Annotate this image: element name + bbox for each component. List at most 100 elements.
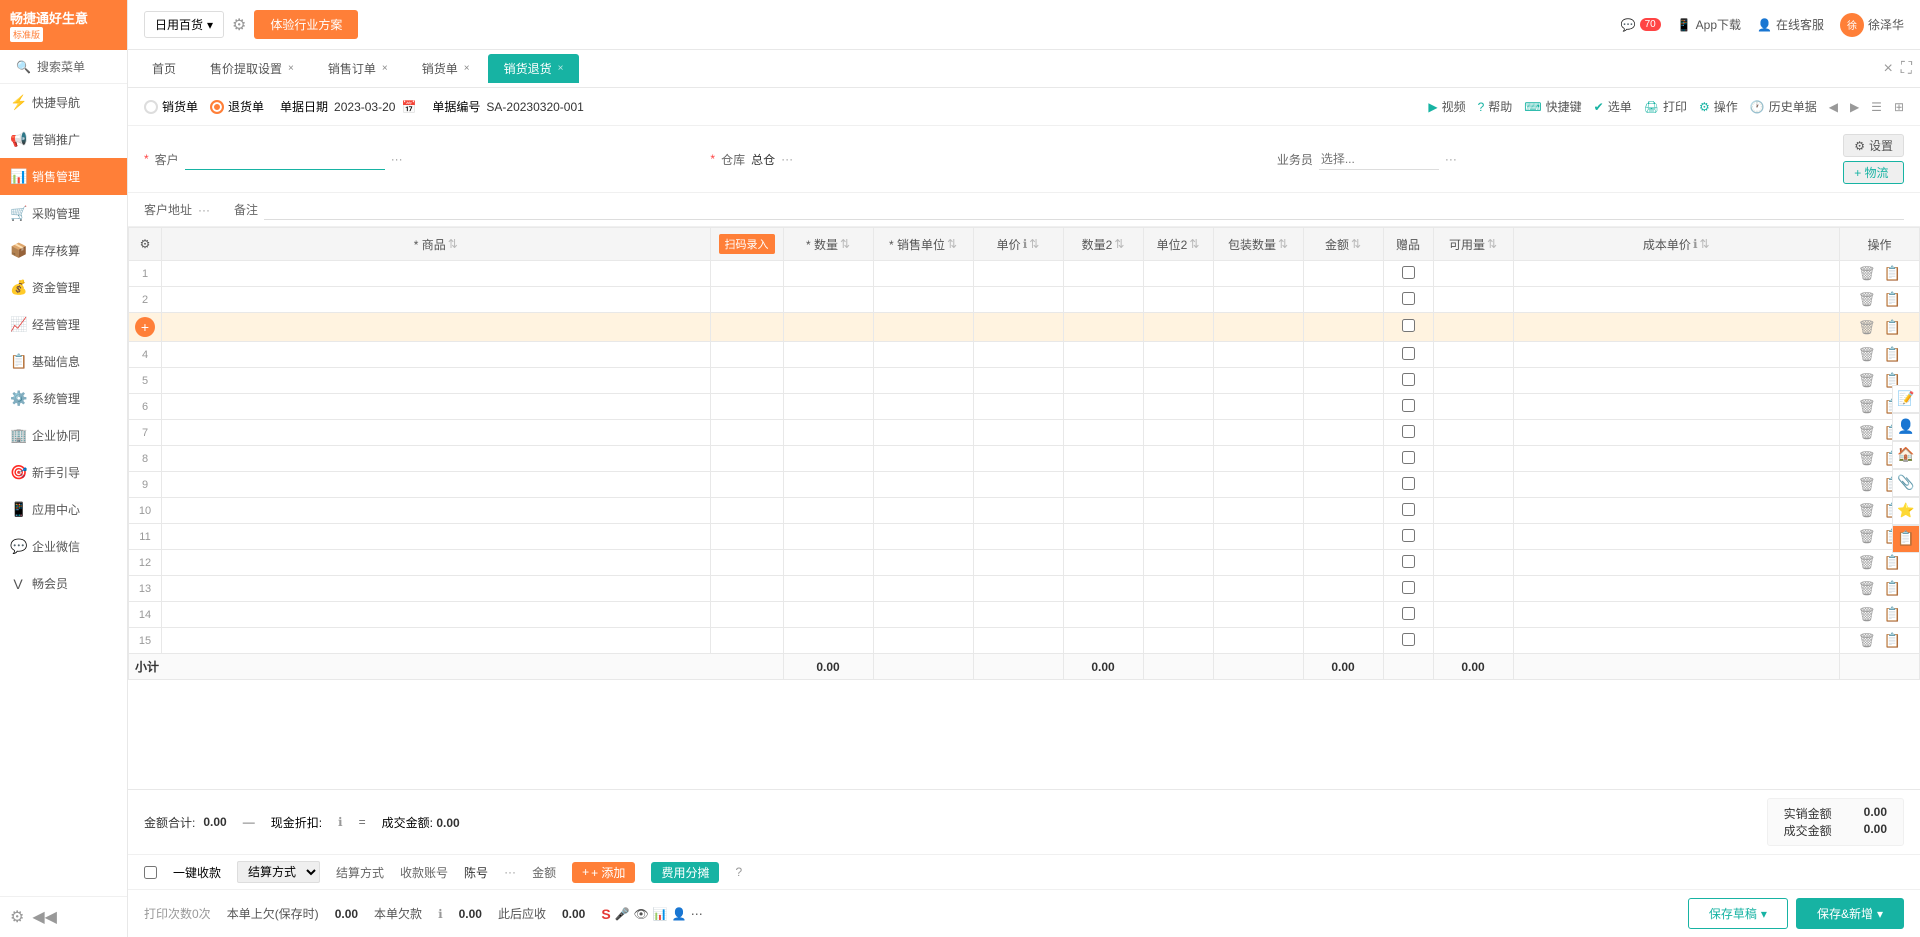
quantity2-cell[interactable]	[1063, 342, 1143, 368]
cost-unit-cell[interactable]	[1513, 368, 1840, 394]
quantity-cell[interactable]	[783, 446, 873, 472]
unit2-cell[interactable]	[1143, 628, 1213, 654]
save-draft-button[interactable]: 保存草稿 ▾	[1688, 898, 1788, 929]
unit-price-cell[interactable]	[973, 313, 1063, 342]
gift-checkbox[interactable]	[1402, 581, 1415, 594]
unit-price-cell[interactable]	[973, 261, 1063, 287]
copy-row-btn[interactable]: 📋	[1884, 291, 1901, 308]
unit2-cell[interactable]	[1143, 446, 1213, 472]
salesperson-input[interactable]	[1319, 149, 1439, 170]
tab-returns[interactable]: 销货退货 ×	[488, 54, 580, 83]
cost-unit-cell[interactable]	[1513, 576, 1840, 602]
delete-row-btn[interactable]: 🗑	[1858, 291, 1876, 308]
account-method-select[interactable]: 结算方式	[237, 861, 320, 883]
quantity-cell[interactable]	[783, 261, 873, 287]
tab-sales[interactable]: 销货单 ×	[406, 54, 486, 83]
toolbar-history[interactable]: 🕐 历史单据	[1750, 98, 1817, 115]
sidebar-item-wechat[interactable]: 💬 企业微信	[0, 528, 127, 565]
amount-cell[interactable]	[1303, 576, 1383, 602]
th-gear[interactable]: ⚙	[129, 228, 162, 261]
bottom-icon-mic[interactable]: 🎤	[615, 907, 630, 921]
nav-next[interactable]: ▶	[1850, 100, 1859, 114]
cost-unit-cell[interactable]	[1513, 628, 1840, 654]
product-cell[interactable]	[162, 287, 711, 313]
available-cell[interactable]	[1433, 342, 1513, 368]
sales-unit-cell[interactable]	[873, 313, 973, 342]
sidebar-item-purchase[interactable]: 🛒 采购管理	[0, 195, 127, 232]
unit-price-cell[interactable]	[973, 394, 1063, 420]
delete-row-btn[interactable]: 🗑	[1858, 554, 1876, 571]
product-cell[interactable]	[162, 368, 711, 394]
pack-qty-cell[interactable]	[1213, 472, 1303, 498]
product-cell[interactable]	[162, 261, 711, 287]
sidebar-item-system[interactable]: ⚙️ 系统管理	[0, 380, 127, 417]
available-sort-icon[interactable]: ⇅	[1487, 237, 1497, 251]
bottom-icon-more[interactable]: ⋯	[691, 907, 703, 921]
product-cell[interactable]	[162, 576, 711, 602]
unit-price-cell[interactable]	[973, 576, 1063, 602]
sidebar-item-guide[interactable]: 🎯 新手引导	[0, 454, 127, 491]
sales-unit-cell[interactable]	[873, 446, 973, 472]
return-radio[interactable]: 退货单	[210, 98, 264, 115]
copy-row-btn[interactable]: 📋	[1884, 319, 1901, 336]
cost-unit-cell[interactable]	[1513, 446, 1840, 472]
nav-prev[interactable]: ◀	[1829, 100, 1838, 114]
sidebar-search[interactable]: 🔍 搜索菜单	[0, 50, 127, 84]
amount-cell[interactable]	[1303, 313, 1383, 342]
unit2-cell[interactable]	[1143, 576, 1213, 602]
product-cell[interactable]	[162, 472, 711, 498]
delete-row-btn[interactable]: 🗑	[1858, 450, 1876, 467]
quantity-cell[interactable]	[783, 524, 873, 550]
delete-row-btn[interactable]: 🗑	[1858, 502, 1876, 519]
side-tool-4[interactable]: 📎	[1892, 469, 1920, 497]
notification-action[interactable]: 💬 70	[1621, 18, 1661, 32]
cost-unit-cell[interactable]	[1513, 261, 1840, 287]
delete-row-btn[interactable]: 🗑	[1858, 372, 1876, 389]
remark-input[interactable]	[264, 199, 1904, 220]
unit2-cell[interactable]	[1143, 394, 1213, 420]
product-cell[interactable]	[162, 550, 711, 576]
toolbar-video[interactable]: ▶ 视频	[1428, 98, 1465, 115]
cost-unit-cell[interactable]	[1513, 342, 1840, 368]
sales-unit-cell[interactable]	[873, 550, 973, 576]
quantity2-cell[interactable]	[1063, 576, 1143, 602]
sales-unit-cell[interactable]	[873, 524, 973, 550]
delete-row-btn[interactable]: 🗑	[1858, 265, 1876, 282]
add-payment-btn[interactable]: + + 添加	[572, 862, 635, 883]
unit2-cell[interactable]	[1143, 472, 1213, 498]
daily-select[interactable]: 日用百货 ▾	[144, 11, 224, 38]
amount-cell[interactable]	[1303, 420, 1383, 446]
sales-unit-cell[interactable]	[873, 628, 973, 654]
copy-row-btn[interactable]: 📋	[1884, 606, 1901, 623]
product-cell[interactable]	[162, 446, 711, 472]
pack-qty-sort-icon[interactable]: ⇅	[1278, 237, 1288, 251]
unit2-cell[interactable]	[1143, 602, 1213, 628]
gift-checkbox[interactable]	[1402, 555, 1415, 568]
cost-unit-cell[interactable]	[1513, 472, 1840, 498]
delete-row-btn[interactable]: 🗑	[1858, 632, 1876, 649]
sales-unit-cell[interactable]	[873, 368, 973, 394]
amount-cell[interactable]	[1303, 287, 1383, 313]
product-sort-icon[interactable]: ⇅	[448, 237, 458, 251]
unit-price-cell[interactable]	[973, 472, 1063, 498]
tab-price-settings-close[interactable]: ×	[288, 63, 294, 74]
address-dots[interactable]: ···	[198, 203, 210, 217]
available-cell[interactable]	[1433, 287, 1513, 313]
scan-button[interactable]: 扫码录入	[719, 234, 775, 254]
available-cell[interactable]	[1433, 368, 1513, 394]
side-tool-2[interactable]: 👤	[1892, 413, 1920, 441]
quantity-cell[interactable]	[783, 550, 873, 576]
tab-returns-close[interactable]: ×	[558, 63, 564, 74]
product-cell[interactable]	[162, 420, 711, 446]
info-icon[interactable]: ℹ	[338, 815, 343, 829]
cost-unit-cell[interactable]	[1513, 394, 1840, 420]
product-cell[interactable]	[162, 602, 711, 628]
view-grid[interactable]: ⊞	[1894, 100, 1904, 114]
quantity-cell[interactable]	[783, 368, 873, 394]
sidebar-item-inventory[interactable]: 📦 库存核算	[0, 232, 127, 269]
cost-unit-cell[interactable]	[1513, 524, 1840, 550]
app-download-action[interactable]: 📱 App下载	[1677, 16, 1741, 33]
sidebar-item-apps[interactable]: 📱 应用中心	[0, 491, 127, 528]
pack-qty-cell[interactable]	[1213, 576, 1303, 602]
unit2-cell[interactable]	[1143, 368, 1213, 394]
